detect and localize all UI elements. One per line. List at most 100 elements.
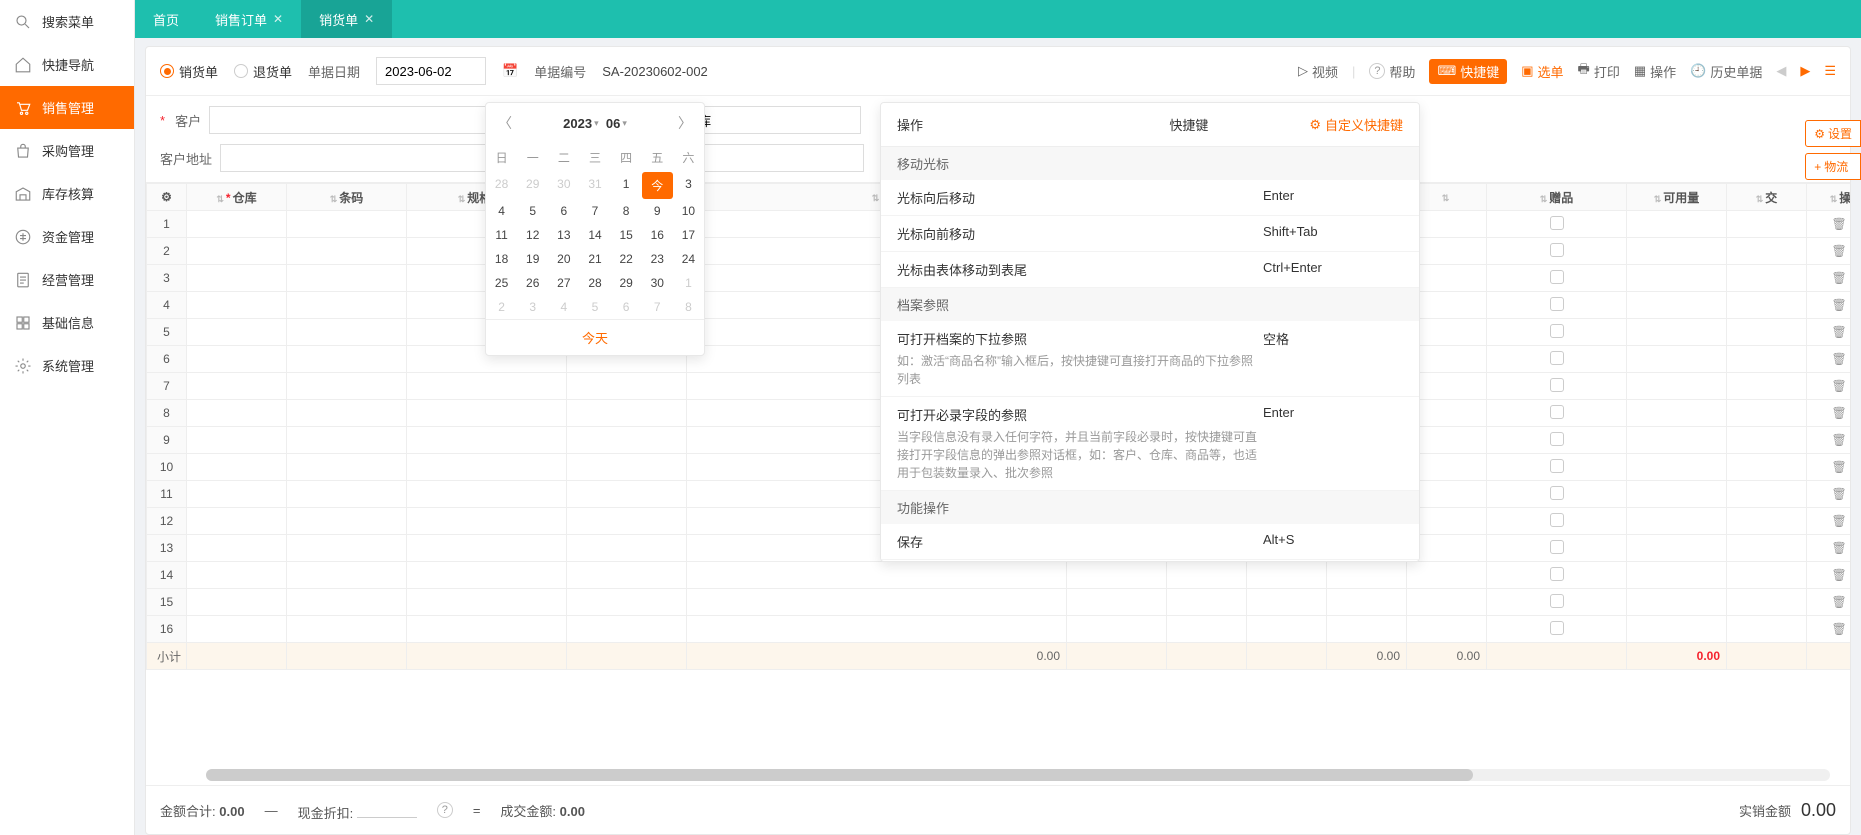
cal-day-other[interactable]: 31 (579, 172, 610, 199)
column-header[interactable]: ⚙ (147, 184, 187, 211)
tab-home[interactable]: 首页 (135, 0, 197, 38)
table-cell[interactable]: 7 (147, 373, 187, 400)
table-cell[interactable] (187, 400, 287, 427)
checkbox[interactable] (1550, 243, 1564, 257)
table-cell[interactable] (287, 535, 407, 562)
table-cell[interactable]: 3 (147, 265, 187, 292)
table-cell[interactable] (407, 616, 567, 643)
table-cell[interactable] (1727, 427, 1807, 454)
table-cell[interactable] (1727, 265, 1807, 292)
column-header[interactable]: ⇅可用量 (1627, 184, 1727, 211)
table-cell[interactable]: 14 (147, 562, 187, 589)
table-cell[interactable]: 🗑❐ (1807, 265, 1851, 292)
table-cell[interactable] (1247, 616, 1327, 643)
table-cell[interactable] (187, 373, 287, 400)
table-cell[interactable] (287, 400, 407, 427)
cal-day[interactable]: 28 (579, 271, 610, 295)
sidebar-item-purchase[interactable]: 采购管理 (0, 129, 134, 172)
table-cell[interactable] (407, 454, 567, 481)
cal-year[interactable]: 2023 (563, 116, 592, 131)
table-cell[interactable] (1487, 535, 1627, 562)
table-cell[interactable]: 🗑❐ (1807, 319, 1851, 346)
delete-icon[interactable]: 🗑 (1832, 541, 1847, 555)
cal-day-other[interactable]: 6 (611, 295, 642, 319)
table-cell[interactable]: 🗑❐ (1807, 508, 1851, 535)
checkbox[interactable] (1550, 459, 1564, 473)
table-cell[interactable]: 🗑❐ (1807, 427, 1851, 454)
table-row[interactable]: 15🗑❐ (147, 589, 1851, 616)
table-cell[interactable] (187, 427, 287, 454)
operate-button[interactable]: ▦操作 (1634, 62, 1676, 81)
table-cell[interactable] (1407, 616, 1487, 643)
table-cell[interactable] (1327, 616, 1407, 643)
table-cell[interactable] (187, 589, 287, 616)
date-input[interactable] (376, 57, 486, 85)
cal-month[interactable]: 06 (606, 116, 620, 131)
table-cell[interactable] (407, 508, 567, 535)
table-cell[interactable] (567, 481, 687, 508)
table-cell[interactable] (187, 211, 287, 238)
column-header[interactable]: ⇅交 (1727, 184, 1807, 211)
cal-next[interactable]: 〉 (678, 113, 692, 133)
table-cell[interactable] (1407, 589, 1487, 616)
table-cell[interactable] (287, 292, 407, 319)
table-cell[interactable] (187, 562, 287, 589)
checkbox[interactable] (1550, 378, 1564, 392)
table-cell[interactable] (287, 427, 407, 454)
delete-icon[interactable]: 🗑 (1832, 568, 1847, 582)
table-cell[interactable] (1487, 400, 1627, 427)
checkbox[interactable] (1550, 270, 1564, 284)
table-cell[interactable] (1487, 427, 1627, 454)
table-cell[interactable] (1627, 400, 1727, 427)
table-cell[interactable] (1627, 616, 1727, 643)
cal-day[interactable]: 27 (548, 271, 579, 295)
cal-day[interactable]: 25 (486, 271, 517, 295)
sidebar-item-finance[interactable]: 资金管理 (0, 215, 134, 258)
table-cell[interactable] (1727, 400, 1807, 427)
column-header[interactable]: ⇅条码 (287, 184, 407, 211)
table-cell[interactable]: 🗑❐ (1807, 481, 1851, 508)
table-cell[interactable]: 🗑❐ (1807, 238, 1851, 265)
cal-day[interactable]: 5 (517, 199, 548, 223)
table-cell[interactable] (407, 481, 567, 508)
table-cell[interactable]: 16 (147, 616, 187, 643)
cal-day-other[interactable]: 7 (642, 295, 673, 319)
table-cell[interactable] (287, 589, 407, 616)
table-cell[interactable] (1487, 319, 1627, 346)
column-header[interactable]: ⇅赠品 (1487, 184, 1627, 211)
table-cell[interactable] (1627, 265, 1727, 292)
cal-day[interactable]: 9 (642, 199, 673, 223)
table-cell[interactable] (1627, 292, 1727, 319)
table-cell[interactable] (1167, 589, 1247, 616)
checkbox[interactable] (1550, 216, 1564, 230)
checkbox[interactable] (1550, 567, 1564, 581)
table-cell[interactable] (1627, 427, 1727, 454)
sidebar-item-inventory[interactable]: 库存核算 (0, 172, 134, 215)
table-cell[interactable] (567, 589, 687, 616)
table-cell[interactable] (287, 481, 407, 508)
table-cell[interactable]: 9 (147, 427, 187, 454)
table-cell[interactable]: 10 (147, 454, 187, 481)
close-icon[interactable]: ✕ (364, 12, 374, 26)
checkbox[interactable] (1550, 432, 1564, 446)
table-cell[interactable] (687, 562, 1067, 589)
cal-day[interactable]: 15 (611, 223, 642, 247)
cal-day[interactable]: 7 (579, 199, 610, 223)
cal-day[interactable]: 14 (579, 223, 610, 247)
table-cell[interactable]: 🗑❐ (1807, 211, 1851, 238)
radio-return[interactable]: 退货单 (234, 62, 292, 81)
table-cell[interactable] (187, 616, 287, 643)
discount-input[interactable] (357, 798, 417, 818)
table-cell[interactable] (187, 319, 287, 346)
table-cell[interactable] (187, 508, 287, 535)
table-cell[interactable] (1487, 238, 1627, 265)
table-cell[interactable] (1407, 562, 1487, 589)
table-cell[interactable]: 12 (147, 508, 187, 535)
cal-day[interactable]: 26 (517, 271, 548, 295)
video-button[interactable]: ▷视频 (1298, 62, 1338, 81)
table-cell[interactable]: 1 (147, 211, 187, 238)
table-cell[interactable] (187, 535, 287, 562)
table-cell[interactable]: 🗑❐ (1807, 373, 1851, 400)
table-cell[interactable] (187, 265, 287, 292)
cal-day-other[interactable]: 30 (548, 172, 579, 199)
